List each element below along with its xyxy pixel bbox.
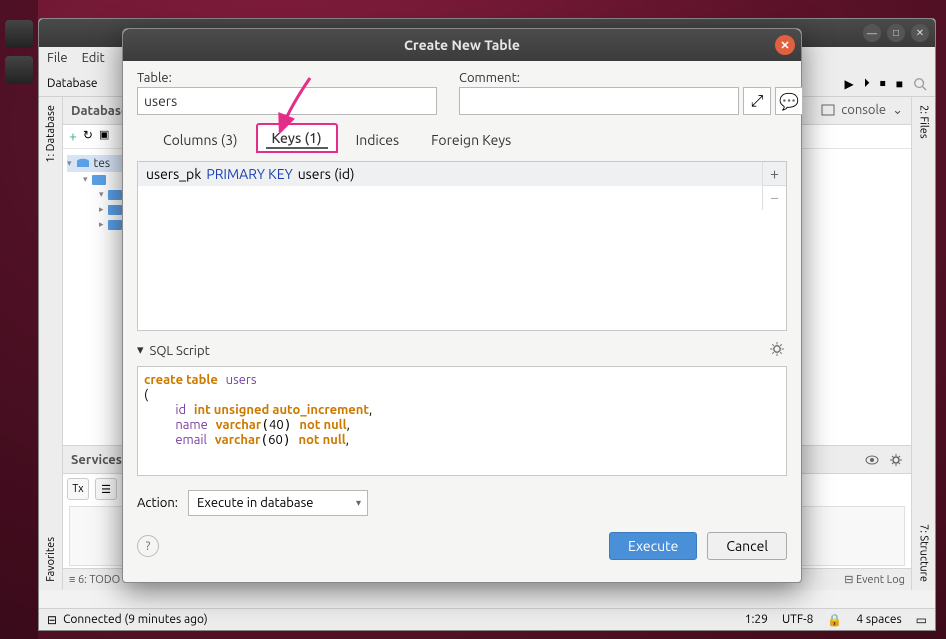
folder-icon <box>108 190 122 200</box>
tab-foreign-keys[interactable]: Foreign Keys <box>417 127 525 153</box>
right-rail: 2: Files 7: Structure <box>911 97 935 590</box>
comment-input[interactable] <box>459 87 739 115</box>
lock-icon[interactable]: 🔒 <box>827 613 842 627</box>
toolbar-icon[interactable]: ⏵ <box>864 77 870 91</box>
close-button[interactable]: ✕ <box>775 35 795 55</box>
toolbar-icon[interactable]: ▶ <box>844 77 853 91</box>
add-icon[interactable]: + <box>69 128 77 145</box>
eye-icon[interactable] <box>865 453 879 467</box>
table-label: Table: <box>137 71 437 85</box>
tab-columns[interactable]: Columns (3) <box>149 127 252 153</box>
action-value: Execute in database <box>197 496 313 510</box>
menu-file[interactable]: File <box>47 51 68 67</box>
status-indent[interactable]: 4 spaces <box>856 613 901 627</box>
ide-statusbar: ⊟Connected (9 minutes ago) 1:29 UTF-8 🔒 … <box>39 608 935 630</box>
folder-icon <box>92 175 106 185</box>
maximize-button[interactable]: □ <box>887 24 905 42</box>
toolbar-icon[interactable]: ■ <box>896 77 903 91</box>
status-connected: Connected (9 minutes ago) <box>63 613 208 626</box>
execute-button[interactable]: Execute <box>609 532 697 560</box>
toolbar-icon[interactable]: ⏹ <box>880 77 886 91</box>
dialog-title: Create New Table <box>404 37 520 53</box>
folder-icon <box>108 220 122 230</box>
dialog-tabs: Columns (3) Keys (1) Indices Foreign Key… <box>137 123 787 153</box>
services-label: Services <box>71 453 122 467</box>
key-type: PRIMARY KEY <box>206 166 292 182</box>
dock-icon[interactable] <box>5 56 33 84</box>
keys-list: users_pk PRIMARY KEY users (id) + − <box>137 161 787 331</box>
tab-todo[interactable]: ≡ 6: TODO <box>69 574 120 586</box>
rail-favorites[interactable]: Favorites <box>45 537 57 582</box>
comment-icon[interactable]: 💬 <box>775 87 803 115</box>
sql-script-label: SQL Script <box>150 344 210 358</box>
menu-edit[interactable]: Edit <box>82 51 105 67</box>
folder-icon <box>108 205 122 215</box>
breadcrumb-item[interactable]: Database <box>47 77 98 90</box>
chevron-down-icon[interactable]: ⌄ <box>892 103 903 118</box>
comment-label: Comment: <box>459 71 803 85</box>
console-label[interactable]: console <box>841 103 886 118</box>
panel-title: Database <box>71 104 128 118</box>
rail-files[interactable]: 2: Files <box>918 105 930 139</box>
rail-structure[interactable]: 7: Structure <box>918 524 930 582</box>
key-row[interactable]: users_pk PRIMARY KEY users (id) <box>138 162 786 186</box>
search-icon[interactable] <box>913 77 927 91</box>
tx-button[interactable]: Tx <box>67 478 89 500</box>
left-rail: 1: Database Favorites <box>39 97 63 590</box>
dock-icon[interactable] <box>5 20 33 48</box>
key-name: users_pk <box>146 166 201 182</box>
status-icon: ⊟ <box>47 613 57 627</box>
add-key-button[interactable]: + <box>762 162 786 186</box>
console-icon <box>821 103 835 117</box>
action-label: Action: <box>137 496 178 510</box>
tab-keys[interactable]: Keys (1) <box>256 123 338 153</box>
help-button[interactable]: ? <box>137 535 159 557</box>
dialog-titlebar: Create New Table ✕ <box>123 29 801 61</box>
create-table-dialog: Create New Table ✕ Table: Comment: ⤢ 💬 C… <box>122 28 802 583</box>
sql-script-box[interactable]: create table users ( id int unsigned aut… <box>137 366 787 476</box>
remove-key-button[interactable]: − <box>762 186 786 210</box>
cancel-button[interactable]: Cancel <box>707 532 787 560</box>
status-encoding[interactable]: UTF-8 <box>782 613 813 627</box>
database-icon <box>76 158 90 170</box>
tab-event-log[interactable]: ⊟ Event Log <box>844 573 905 586</box>
refresh-icon[interactable]: ↻ <box>83 128 93 145</box>
action-combo[interactable]: Execute in database <box>188 490 368 516</box>
tab-indices[interactable]: Indices <box>342 127 413 153</box>
svc-button[interactable]: ☰ <box>95 478 117 500</box>
minimize-button[interactable]: — <box>863 24 881 42</box>
close-button[interactable]: ✕ <box>911 24 929 42</box>
status-icon[interactable]: ▭ <box>916 613 927 627</box>
key-target: users (id) <box>298 166 355 182</box>
rail-database[interactable]: 1: Database <box>45 105 57 163</box>
tree-label: tes <box>94 157 111 170</box>
chevron-down-icon: ▾ <box>137 343 144 358</box>
expand-icon[interactable]: ⤢ <box>743 87 771 115</box>
sql-script-header[interactable]: ▾ SQL Script <box>137 343 787 358</box>
table-name-input[interactable] <box>137 87 437 115</box>
stop-icon[interactable]: ▣ <box>99 128 109 145</box>
desktop-dock <box>0 0 38 639</box>
status-pos: 1:29 <box>745 613 768 627</box>
gear-icon[interactable] <box>889 453 903 467</box>
gear-icon[interactable] <box>769 341 785 357</box>
